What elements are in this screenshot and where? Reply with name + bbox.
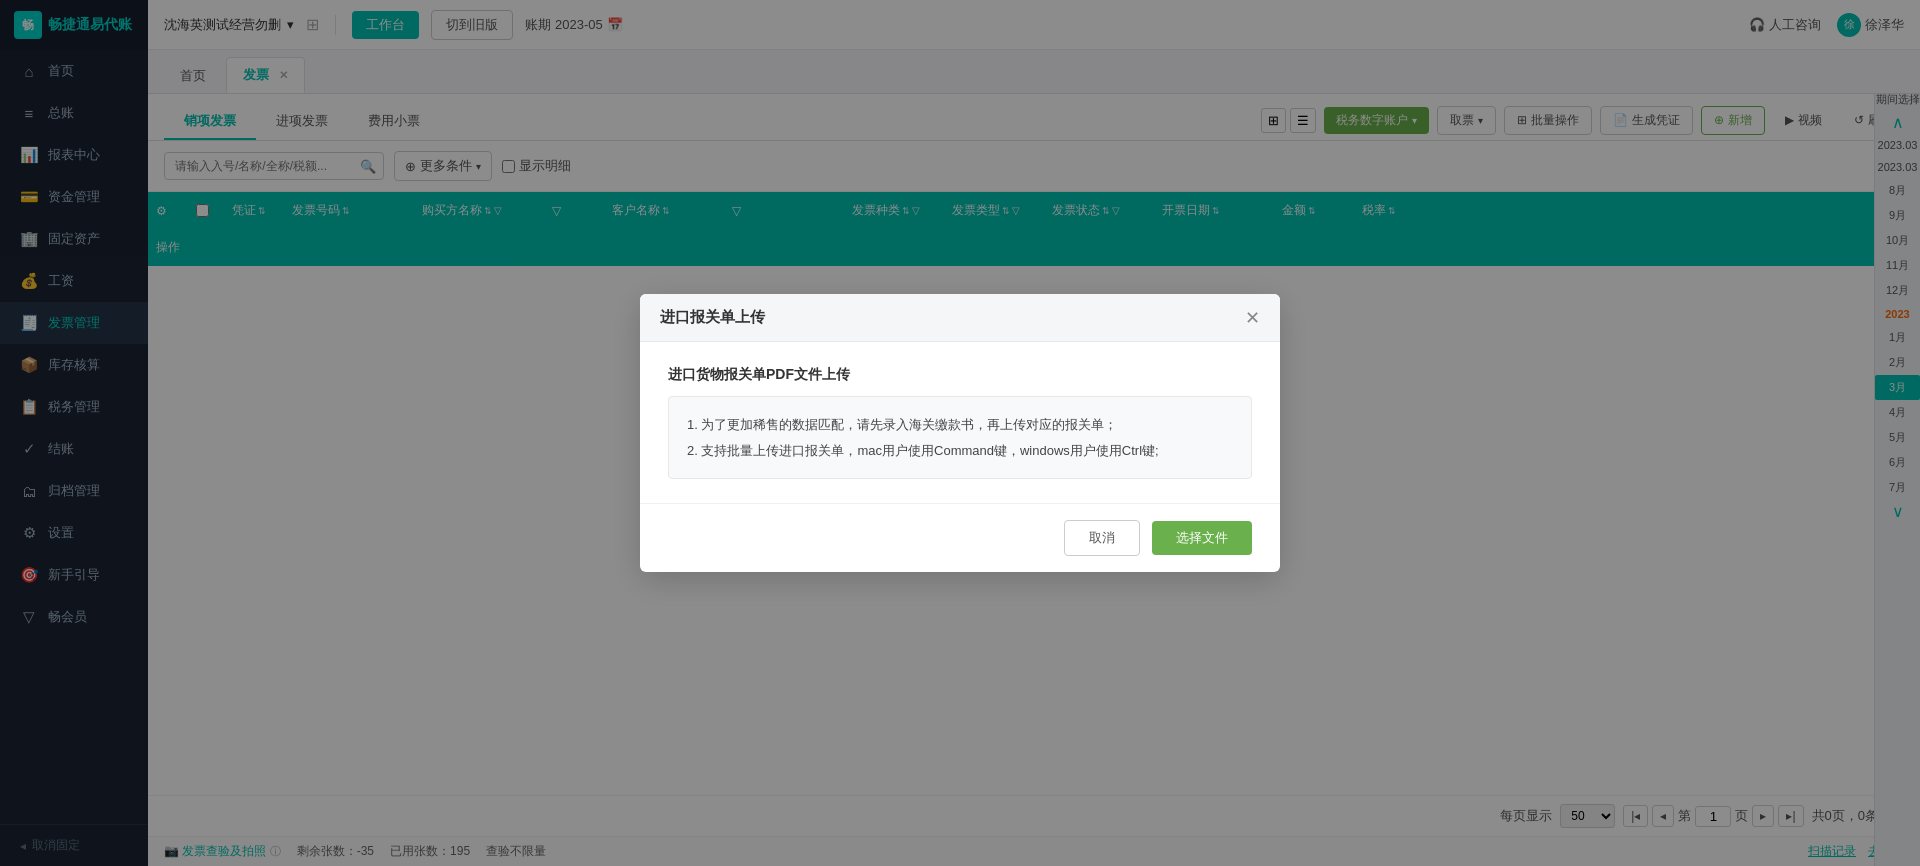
modal-select-file-button[interactable]: 选择文件 [1152, 521, 1252, 555]
modal-title: 进口报关单上传 [660, 308, 765, 327]
modal-overlay: 进口报关单上传 ✕ 进口货物报关单PDF文件上传 1. 为了更加稀售的数据匹配，… [0, 0, 1920, 866]
modal-info-box: 1. 为了更加稀售的数据匹配，请先录入海关缴款书，再上传对应的报关单； 2. 支… [668, 396, 1252, 479]
modal-footer: 取消 选择文件 [640, 503, 1280, 572]
modal-header: 进口报关单上传 ✕ [640, 294, 1280, 342]
import-modal: 进口报关单上传 ✕ 进口货物报关单PDF文件上传 1. 为了更加稀售的数据匹配，… [640, 294, 1280, 572]
modal-close-button[interactable]: ✕ [1245, 309, 1260, 327]
modal-section-title: 进口货物报关单PDF文件上传 [668, 366, 1252, 384]
modal-body: 进口货物报关单PDF文件上传 1. 为了更加稀售的数据匹配，请先录入海关缴款书，… [640, 342, 1280, 503]
modal-info-line-2: 2. 支持批量上传进口报关单，mac用户使用Command键，windows用户… [687, 439, 1233, 462]
modal-cancel-button[interactable]: 取消 [1064, 520, 1140, 556]
modal-info-line-1: 1. 为了更加稀售的数据匹配，请先录入海关缴款书，再上传对应的报关单； [687, 413, 1233, 436]
